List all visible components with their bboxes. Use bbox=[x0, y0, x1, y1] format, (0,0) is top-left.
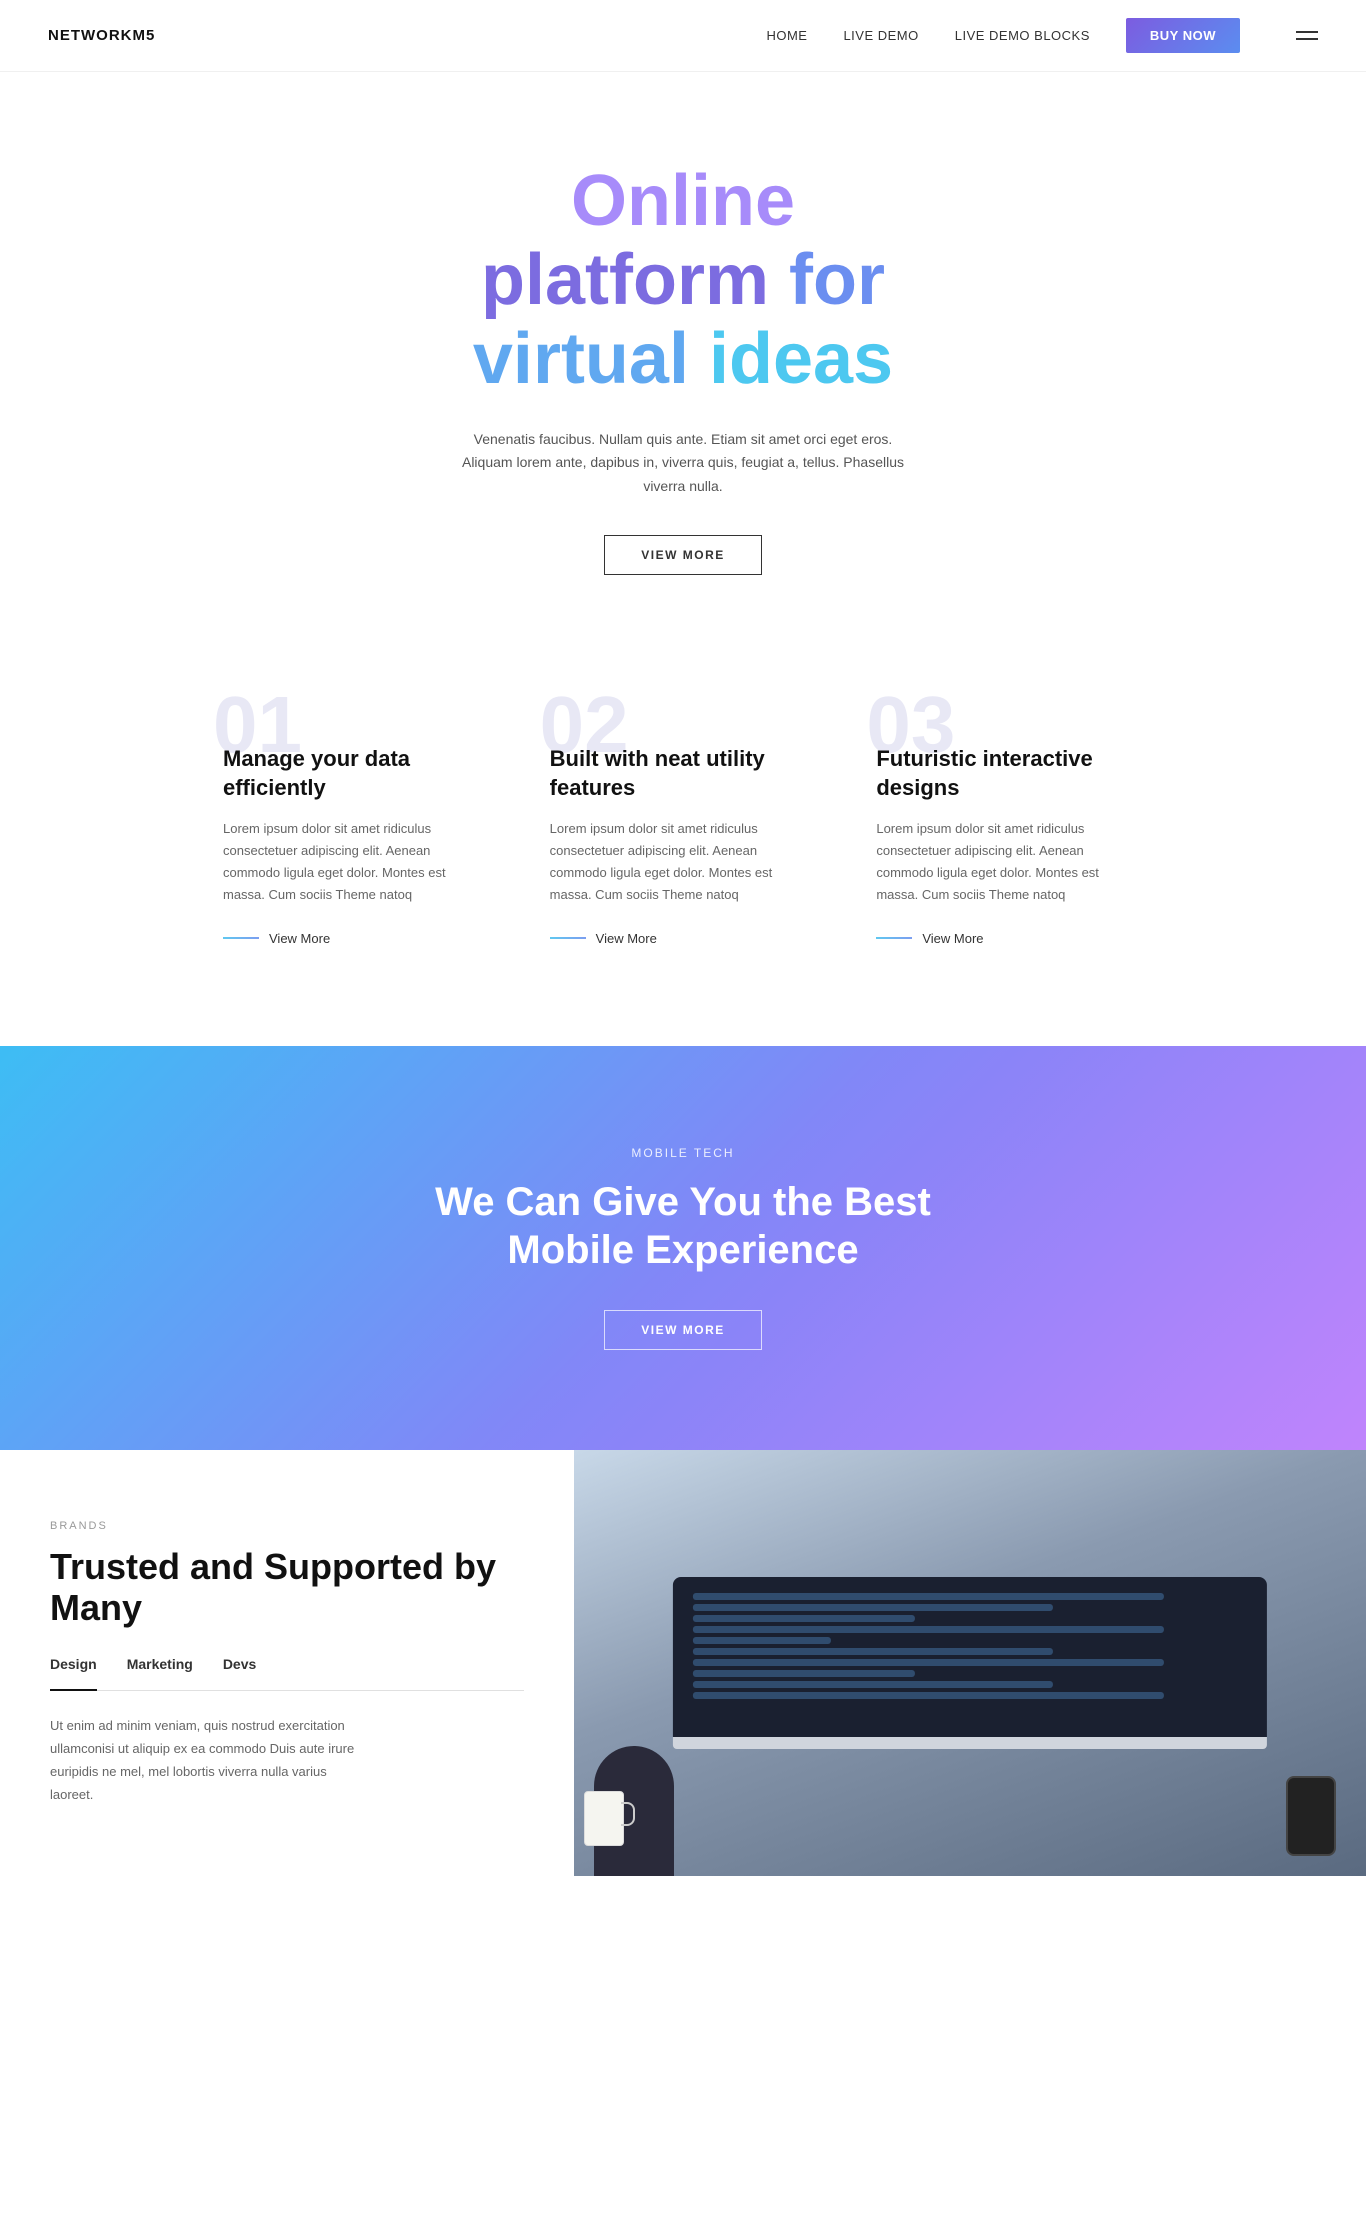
laptop-mockup bbox=[673, 1577, 1267, 1749]
hero-title-ideas: ideas bbox=[709, 319, 893, 399]
feature-link-row-2: View More bbox=[550, 931, 817, 946]
phone-mockup bbox=[1286, 1776, 1336, 1856]
feature-view-more-1[interactable]: View More bbox=[269, 931, 330, 946]
hero-subtitle: Venenatis faucibus. Nullam quis ante. Et… bbox=[453, 428, 913, 499]
brands-tab-design[interactable]: Design bbox=[50, 1656, 97, 1691]
brands-desc: Ut enim ad minim veniam, quis nostrud ex… bbox=[50, 1715, 370, 1806]
mobile-banner-title: We Can Give You the Best Mobile Experien… bbox=[383, 1178, 983, 1274]
feature-view-more-3[interactable]: View More bbox=[922, 931, 983, 946]
mobile-banner-section: MOBILE TECH We Can Give You the Best Mob… bbox=[0, 1046, 1366, 1450]
nav-logo: NETWORKM5 bbox=[48, 27, 155, 44]
mobile-banner-tag: MOBILE TECH bbox=[40, 1146, 1326, 1160]
feature-link-row-3: View More bbox=[876, 931, 1143, 946]
hero-title-online: Online bbox=[571, 161, 795, 241]
feature-link-line-1 bbox=[223, 937, 259, 939]
code-line bbox=[693, 1648, 1053, 1655]
brands-right bbox=[574, 1450, 1366, 1877]
brands-tab-devs[interactable]: Devs bbox=[223, 1656, 256, 1680]
nav-link-home[interactable]: HOME bbox=[766, 28, 807, 43]
hero-title-for: for bbox=[789, 240, 885, 320]
feature-link-row-1: View More bbox=[223, 931, 490, 946]
code-line bbox=[693, 1637, 832, 1644]
code-line bbox=[693, 1670, 915, 1677]
feature-view-more-2[interactable]: View More bbox=[596, 931, 657, 946]
brands-title: Trusted and Supported by Many bbox=[50, 1546, 524, 1629]
feature-card-3: 03 Futuristic interactive designs Lorem … bbox=[846, 695, 1173, 966]
hamburger-menu-icon[interactable] bbox=[1296, 31, 1318, 40]
features-section: 01 Manage your data efficiently Lorem ip… bbox=[0, 635, 1366, 1046]
brands-tag: BRANDS bbox=[50, 1520, 524, 1532]
brands-section: BRANDS Trusted and Supported by Many Des… bbox=[0, 1450, 1366, 1877]
feature-desc-3: Lorem ipsum dolor sit amet ridiculus con… bbox=[876, 818, 1143, 906]
laptop-base bbox=[673, 1737, 1267, 1749]
feature-title-3: Futuristic interactive designs bbox=[876, 745, 1143, 802]
navbar: NETWORKM5 HOME LIVE DEMO LIVE DEMO BLOCK… bbox=[0, 0, 1366, 72]
nav-link-live-demo[interactable]: LIVE DEMO bbox=[843, 28, 918, 43]
brands-left: BRANDS Trusted and Supported by Many Des… bbox=[0, 1450, 574, 1877]
code-line bbox=[693, 1692, 1164, 1699]
code-line bbox=[693, 1626, 1164, 1633]
feature-card-2: 02 Built with neat utility features Lore… bbox=[520, 695, 847, 966]
hero-title-platform: platform bbox=[481, 240, 789, 320]
brands-tab-marketing[interactable]: Marketing bbox=[127, 1656, 193, 1680]
feature-desc-2: Lorem ipsum dolor sit amet ridiculus con… bbox=[550, 818, 817, 906]
hero-title-virtual: virtual bbox=[473, 319, 709, 399]
feature-desc-1: Lorem ipsum dolor sit amet ridiculus con… bbox=[223, 818, 490, 906]
feature-title-1: Manage your data efficiently bbox=[223, 745, 490, 802]
feature-link-line-3 bbox=[876, 937, 912, 939]
code-line bbox=[693, 1593, 1164, 1600]
nav-links: HOME LIVE DEMO LIVE DEMO BLOCKS BUY NOW bbox=[766, 18, 1318, 53]
code-line bbox=[693, 1604, 1053, 1611]
feature-link-line-2 bbox=[550, 937, 586, 939]
coffee-cup bbox=[584, 1791, 624, 1846]
code-line bbox=[693, 1681, 1053, 1688]
hero-title: Online platform for virtual ideas bbox=[273, 162, 1093, 400]
nav-link-live-demo-blocks[interactable]: LIVE DEMO BLOCKS bbox=[955, 28, 1090, 43]
mobile-banner-view-more-button[interactable]: VIEW MORE bbox=[604, 1310, 762, 1350]
buy-now-button[interactable]: BUY NOW bbox=[1126, 18, 1240, 53]
brands-tabs: Design Marketing Devs bbox=[50, 1656, 524, 1691]
laptop-screen bbox=[673, 1577, 1267, 1737]
brands-image bbox=[574, 1450, 1366, 1877]
hero-section: Online platform for virtual ideas Venena… bbox=[0, 72, 1366, 635]
feature-card-1: 01 Manage your data efficiently Lorem ip… bbox=[193, 695, 520, 966]
code-line bbox=[693, 1659, 1164, 1666]
code-line bbox=[693, 1615, 915, 1622]
feature-title-2: Built with neat utility features bbox=[550, 745, 817, 802]
hero-view-more-button[interactable]: VIEW MORE bbox=[604, 535, 762, 575]
